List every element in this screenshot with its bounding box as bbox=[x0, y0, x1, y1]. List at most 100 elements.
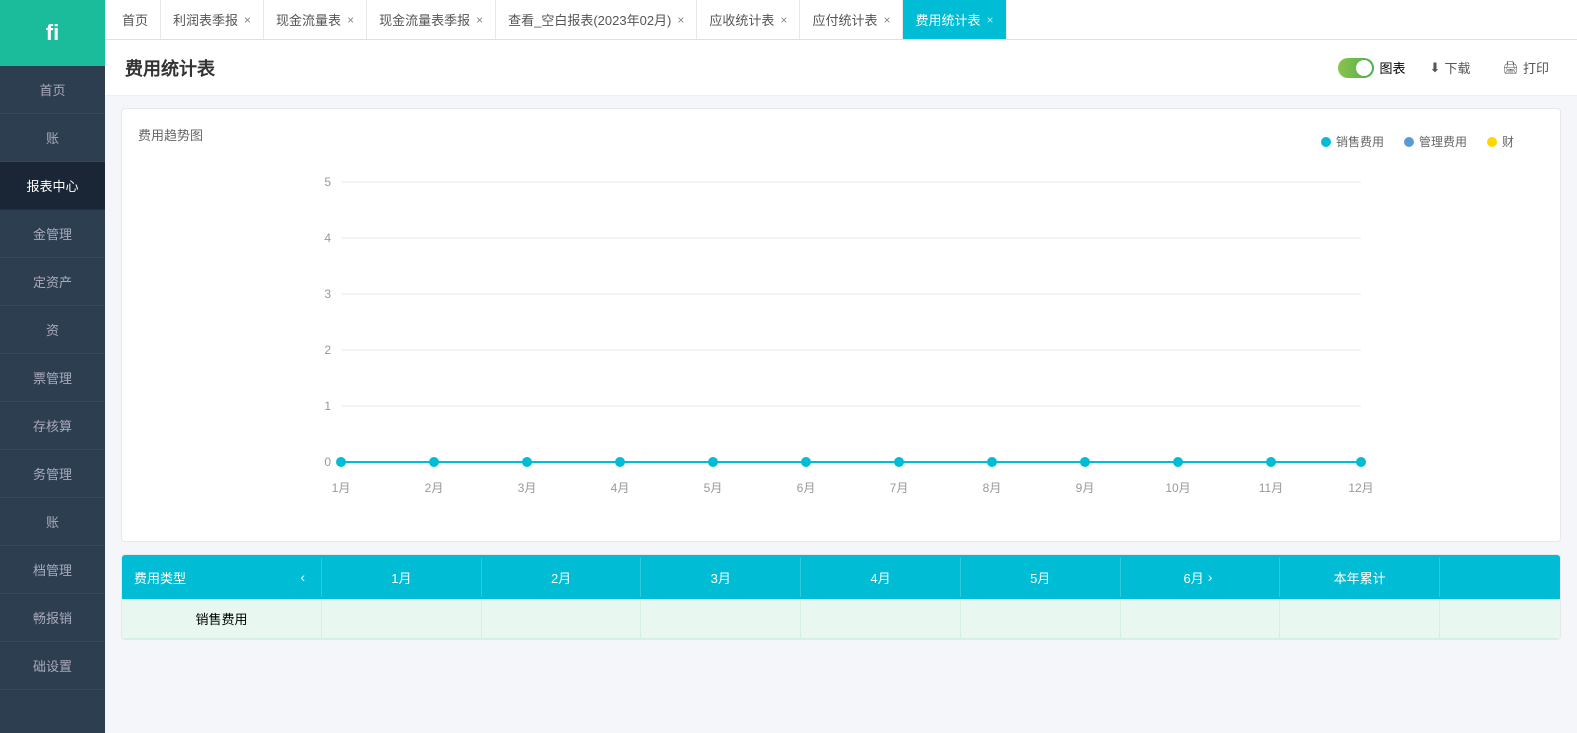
download-icon: ⬇ bbox=[1430, 60, 1441, 76]
row-type: 销售费用 bbox=[122, 599, 322, 638]
table-col-jan: 1月 bbox=[322, 558, 482, 597]
sidebar-item-ledger[interactable]: 账 bbox=[0, 498, 105, 546]
tab-home[interactable]: 首页 bbox=[110, 0, 161, 40]
download-button[interactable]: ⬇ 下载 bbox=[1422, 54, 1479, 81]
tab-blank-report[interactable]: 查看_空白报表(2023年02月) × bbox=[496, 0, 697, 40]
svg-text:2月: 2月 bbox=[425, 481, 444, 495]
close-tab-cashflow-quarterly[interactable]: × bbox=[476, 13, 483, 27]
svg-text:4: 4 bbox=[324, 231, 331, 245]
close-tab-receivable[interactable]: × bbox=[780, 13, 787, 27]
chart-section: 费用趋势图 销售费用 管理费用 财 bbox=[121, 108, 1561, 542]
svg-text:1月: 1月 bbox=[332, 481, 351, 495]
table-col-mar: 3月 bbox=[641, 558, 801, 597]
chart-point bbox=[1080, 457, 1090, 467]
row-mar bbox=[641, 599, 801, 638]
legend-finance: 财 bbox=[1487, 133, 1514, 150]
svg-text:4月: 4月 bbox=[611, 481, 630, 495]
table-col-ytd: 本年累计 bbox=[1280, 558, 1440, 597]
row-jan bbox=[322, 599, 482, 638]
sidebar-item-expense[interactable]: 畅报销 bbox=[0, 594, 105, 642]
row-apr bbox=[801, 599, 961, 638]
svg-text:11月: 11月 bbox=[1259, 481, 1283, 495]
print-icon: 🖨 bbox=[1502, 60, 1519, 76]
svg-text:0: 0 bbox=[324, 455, 331, 469]
legend-sales: 销售费用 bbox=[1321, 133, 1384, 150]
sidebar-item-reports[interactable]: 报表中心 bbox=[0, 162, 105, 210]
sidebar: fi 首页 账 报表中心 金管理 定资产 资 票管理 存核算 务管理 账 档管理… bbox=[0, 0, 105, 733]
close-tab-blank-report[interactable]: × bbox=[677, 13, 684, 27]
chart-legend: 销售费用 管理费用 财 bbox=[1321, 133, 1514, 150]
tab-payable[interactable]: 应付统计表 × bbox=[800, 0, 903, 40]
sidebar-item-service[interactable]: 务管理 bbox=[0, 450, 105, 498]
table-row: 销售费用 bbox=[122, 599, 1560, 639]
chart-point bbox=[336, 457, 346, 467]
legend-admin: 管理费用 bbox=[1404, 133, 1467, 150]
toggle-label: 图表 bbox=[1380, 58, 1406, 77]
toggle-wrapper: 图表 bbox=[1338, 58, 1406, 78]
table-col-jun: 6月 › bbox=[1121, 558, 1281, 597]
chart-point bbox=[429, 457, 439, 467]
svg-text:3月: 3月 bbox=[518, 481, 537, 495]
print-button[interactable]: 🖨 打印 bbox=[1494, 54, 1557, 81]
close-tab-cashflow[interactable]: × bbox=[347, 13, 354, 27]
sidebar-item-settings[interactable]: 础设置 bbox=[0, 642, 105, 690]
row-may bbox=[961, 599, 1121, 638]
svg-text:8月: 8月 bbox=[983, 481, 1002, 495]
legend-label-sales: 销售费用 bbox=[1336, 133, 1384, 150]
tab-bar: 首页 利润表季报 × 现金流量表 × 现金流量表季报 × 查看_空白报表(202… bbox=[105, 0, 1577, 40]
data-table: 费用类型 ‹ 1月 2月 3月 4月 5月 bbox=[121, 554, 1561, 640]
chart-point bbox=[1173, 457, 1183, 467]
chart-point bbox=[987, 457, 997, 467]
sidebar-item-capital[interactable]: 资 bbox=[0, 306, 105, 354]
table-col-feb: 2月 bbox=[482, 558, 642, 597]
chart-point bbox=[522, 457, 532, 467]
chart-point bbox=[894, 457, 904, 467]
row-feb bbox=[482, 599, 642, 638]
table-header: 费用类型 ‹ 1月 2月 3月 4月 5月 bbox=[122, 555, 1560, 599]
legend-dot-sales bbox=[1321, 137, 1331, 147]
sidebar-item-home[interactable]: 首页 bbox=[0, 66, 105, 114]
svg-text:5月: 5月 bbox=[704, 481, 723, 495]
chart-point bbox=[1266, 457, 1276, 467]
sidebar-item-archive[interactable]: 档管理 bbox=[0, 546, 105, 594]
prev-month-arrow[interactable]: ‹ bbox=[296, 569, 309, 585]
page-header: 费用统计表 图表 ⬇ 下载 🖨 打印 bbox=[105, 40, 1577, 96]
chart-toggle[interactable] bbox=[1338, 58, 1374, 78]
close-tab-profit-quarterly[interactable]: × bbox=[244, 13, 251, 27]
tab-cashflow-quarterly[interactable]: 现金流量表季报 × bbox=[367, 0, 496, 40]
sidebar-item-assets[interactable]: 定资产 bbox=[0, 258, 105, 306]
page-title: 费用统计表 bbox=[125, 55, 215, 81]
chart-point bbox=[615, 457, 625, 467]
row-jun bbox=[1121, 599, 1281, 638]
close-tab-payable[interactable]: × bbox=[883, 13, 890, 27]
svg-text:7月: 7月 bbox=[890, 481, 909, 495]
tab-profit-quarterly[interactable]: 利润表季报 × bbox=[161, 0, 264, 40]
tab-expense-stats[interactable]: 费用统计表 × bbox=[903, 0, 1006, 40]
header-actions: 图表 ⬇ 下载 🖨 打印 bbox=[1338, 54, 1557, 81]
trend-chart: 0 1 2 3 4 5 bbox=[138, 152, 1544, 522]
sidebar-item-inventory[interactable]: 存核算 bbox=[0, 402, 105, 450]
row-ytd bbox=[1280, 599, 1440, 638]
svg-text:6月: 6月 bbox=[797, 481, 816, 495]
legend-dot-finance bbox=[1487, 137, 1497, 147]
sidebar-item-invoice[interactable]: 票管理 bbox=[0, 354, 105, 402]
svg-text:1: 1 bbox=[324, 399, 331, 413]
svg-text:5: 5 bbox=[324, 175, 331, 189]
chart-point bbox=[801, 457, 811, 467]
close-tab-expense-stats[interactable]: × bbox=[986, 13, 993, 27]
svg-text:2: 2 bbox=[324, 343, 331, 357]
sidebar-item-account[interactable]: 账 bbox=[0, 114, 105, 162]
svg-text:12月: 12月 bbox=[1348, 481, 1373, 495]
tab-receivable[interactable]: 应收统计表 × bbox=[697, 0, 800, 40]
table-col-may: 5月 bbox=[961, 558, 1121, 597]
chart-point bbox=[708, 457, 718, 467]
main-area: 首页 利润表季报 × 现金流量表 × 现金流量表季报 × 查看_空白报表(202… bbox=[105, 0, 1577, 733]
next-month-arrow[interactable]: › bbox=[1204, 569, 1217, 585]
svg-text:9月: 9月 bbox=[1076, 481, 1095, 495]
svg-text:3: 3 bbox=[324, 287, 331, 301]
table-col-type: 费用类型 ‹ bbox=[122, 558, 322, 597]
legend-dot-admin bbox=[1404, 137, 1414, 147]
tab-cashflow[interactable]: 现金流量表 × bbox=[264, 0, 367, 40]
sidebar-item-finance[interactable]: 金管理 bbox=[0, 210, 105, 258]
legend-label-admin: 管理费用 bbox=[1419, 133, 1467, 150]
